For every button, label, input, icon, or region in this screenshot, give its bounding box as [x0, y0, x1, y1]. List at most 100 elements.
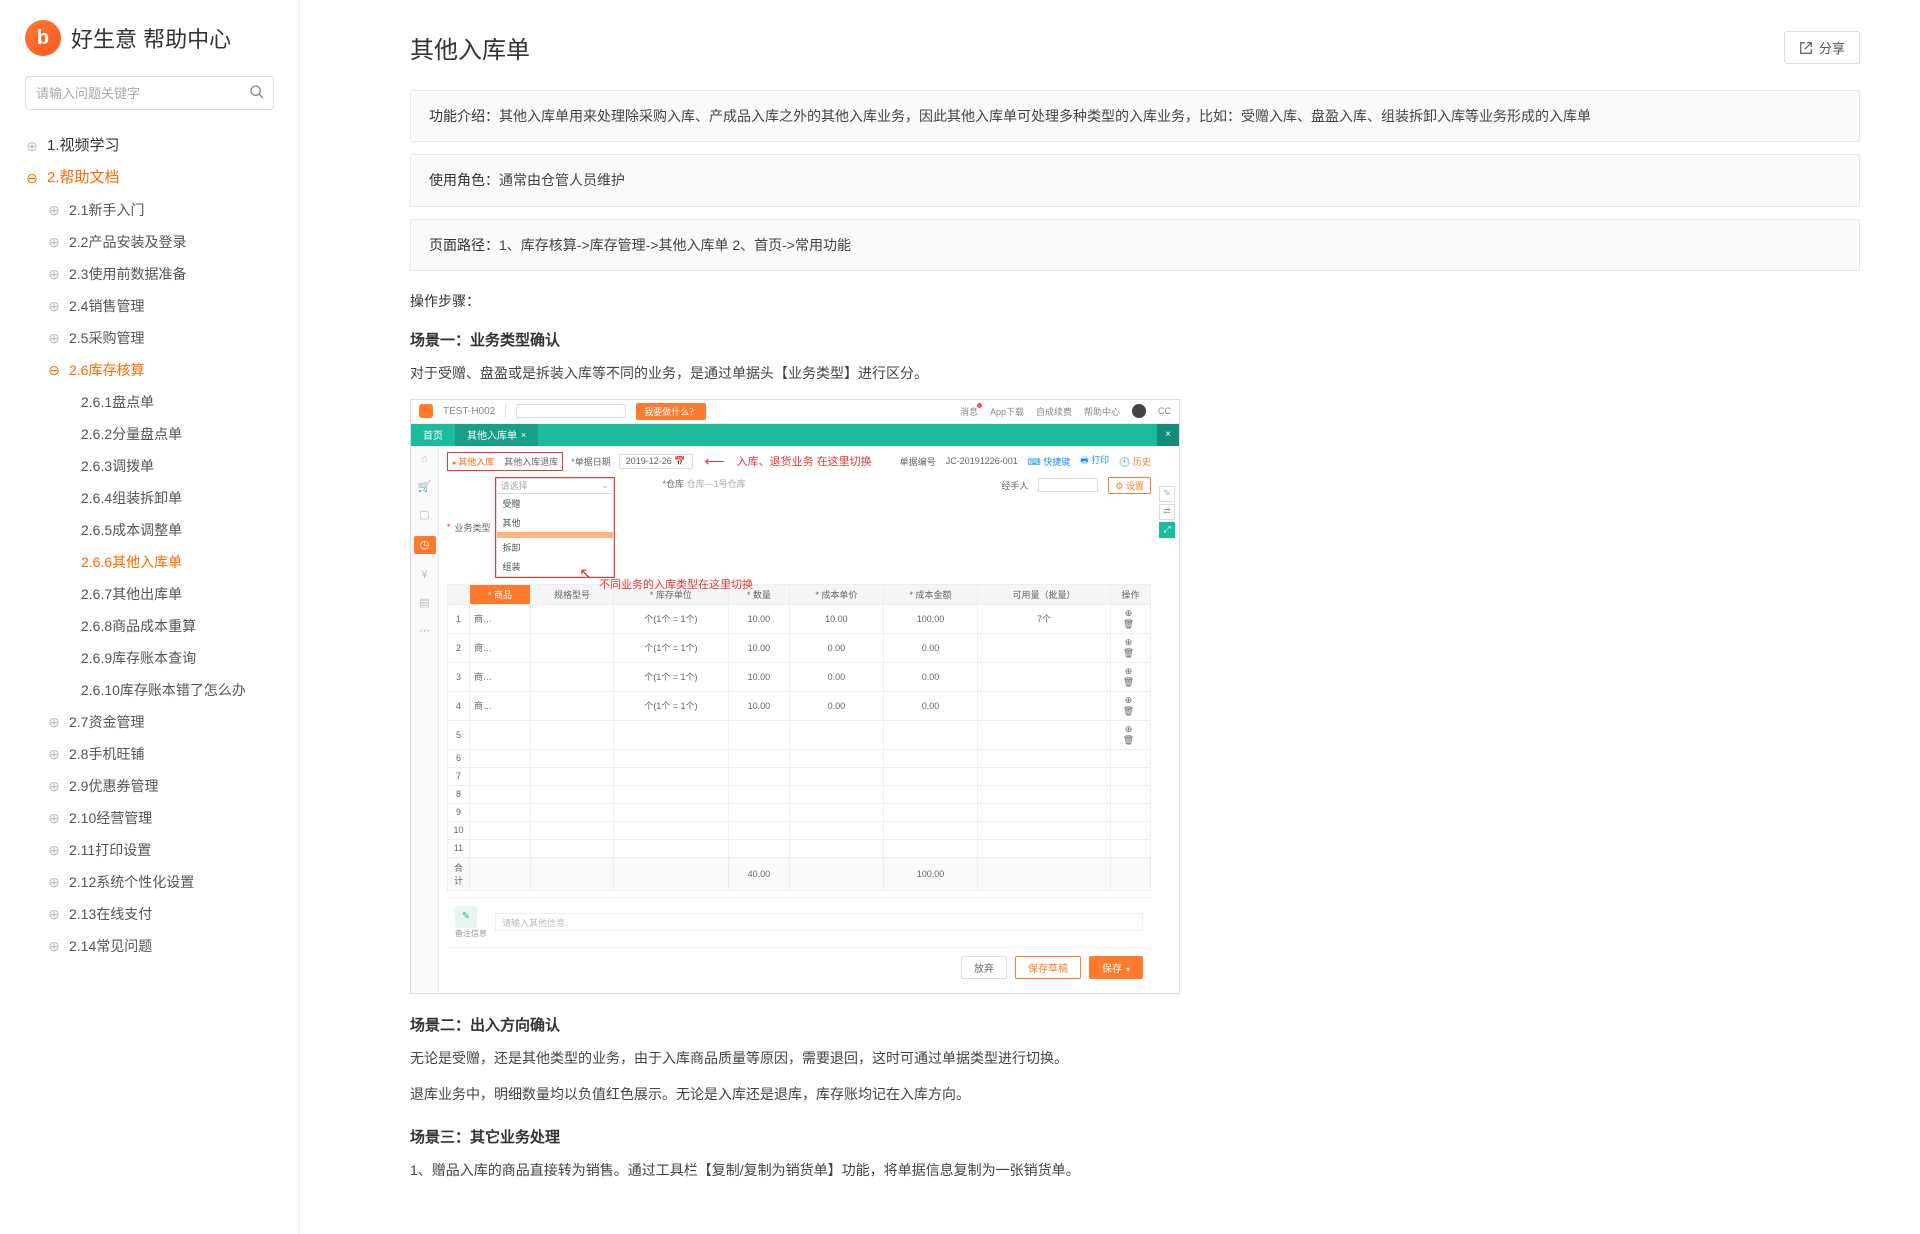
scene3-title: 场景三：其它业务处理: [410, 1126, 1860, 1147]
tab-current[interactable]: 其他入库单×: [455, 424, 538, 446]
table-row[interactable]: 6: [448, 749, 1151, 767]
leftbar-money-icon[interactable]: ¥: [418, 568, 432, 582]
dropdown-item[interactable]: 组装: [497, 557, 613, 576]
app-leftbar: ⌂ 🛒 ▢ ◷ ¥ ▤ ⋯: [411, 446, 439, 993]
row-ops[interactable]: ⊕ 🗑: [1111, 633, 1151, 662]
app-renew-link[interactable]: 自成续费: [1036, 405, 1072, 418]
app-msg-link[interactable]: 消息: [960, 405, 978, 418]
nav-video[interactable]: ⊕1.视频学习: [25, 130, 274, 162]
scene2-title: 场景二：出入方向确认: [410, 1014, 1860, 1035]
nav-2-12[interactable]: ⊕2.12系统个性化设置: [25, 866, 274, 898]
nav-docs[interactable]: ⊖2.帮助文档: [25, 162, 274, 194]
th-avail: 可用量（批量）: [978, 584, 1111, 604]
save-button[interactable]: 保存▾: [1089, 956, 1143, 979]
dropdown-item[interactable]: 其他: [497, 513, 613, 532]
nav-2-7[interactable]: ⊕2.7资金管理: [25, 706, 274, 738]
table-row[interactable]: 5⊕ 🗑: [448, 720, 1151, 749]
setting-button[interactable]: ⚙ 设置: [1108, 477, 1151, 494]
leftbar-box-icon[interactable]: ▢: [418, 508, 432, 522]
nav-2-3[interactable]: ⊕2.3使用前数据准备: [25, 258, 274, 290]
nav-2-13[interactable]: ⊕2.13在线支付: [25, 898, 274, 930]
print-link[interactable]: 🖶 打印: [1080, 453, 1109, 469]
table-row[interactable]: 3商…个(1个 = 1个)10.000.000.00⊕ 🗑: [448, 662, 1151, 691]
nav-2-4[interactable]: ⊕2.4销售管理: [25, 290, 274, 322]
nav-2-6-4[interactable]: 2.6.4组装拆卸单: [25, 482, 274, 514]
search-input[interactable]: [25, 76, 274, 110]
table-row[interactable]: 4商…个(1个 = 1个)10.000.000.00⊕ 🗑: [448, 691, 1151, 720]
app-action-button[interactable]: 我要做什么？: [636, 403, 706, 420]
logo[interactable]: b 好生意 帮助中心: [25, 20, 274, 56]
nav-tree: ⊕1.视频学习 ⊖2.帮助文档 ⊕2.1新手入门 ⊕2.2产品安装及登录 ⊕2.…: [25, 130, 274, 962]
shortcut-link[interactable]: ⌨ 快捷键: [1028, 455, 1071, 468]
row-ops[interactable]: ⊕ 🗑: [1111, 662, 1151, 691]
bizperson-label: 经手人: [1001, 479, 1028, 492]
nav-2-8[interactable]: ⊕2.8手机旺铺: [25, 738, 274, 770]
leftbar-stock-icon[interactable]: ◷: [414, 536, 436, 554]
table-row[interactable]: 7: [448, 767, 1151, 785]
nav-2-6-8[interactable]: 2.6.8商品成本重算: [25, 610, 274, 642]
app-tabs: 首页 其他入库单× ×: [411, 424, 1179, 446]
rightbar-item[interactable]: ⇄: [1159, 504, 1175, 520]
dropdown-item[interactable]: 拆卸: [497, 538, 613, 557]
tab-home[interactable]: 首页: [411, 424, 455, 446]
th-ops: 操作: [1111, 584, 1151, 604]
nav-2-9[interactable]: ⊕2.9优惠券管理: [25, 770, 274, 802]
row-ops[interactable]: ⊕ 🗑: [1111, 604, 1151, 633]
bizperson-input[interactable]: [1038, 478, 1098, 492]
leftbar-more-icon[interactable]: ⋯: [418, 624, 432, 638]
table-row[interactable]: 1商…个(1个 = 1个)10.0010.00100.007个⊕ 🗑: [448, 604, 1151, 633]
leftbar-report-icon[interactable]: ▤: [418, 596, 432, 610]
nav-2-6-5[interactable]: 2.6.5成本调整单: [25, 514, 274, 546]
save-draft-button[interactable]: 保存草稿: [1015, 956, 1081, 979]
line-items-table: * 商品 规格型号 * 库存单位 * 数量 * 成本单价 * 成本金额 可用量（…: [447, 584, 1151, 891]
nav-2-5[interactable]: ⊕2.5采购管理: [25, 322, 274, 354]
radio-other-in-return[interactable]: 其他入库退库: [504, 455, 558, 468]
app-download-link[interactable]: App下载: [990, 405, 1024, 418]
close-icon[interactable]: ×: [521, 430, 526, 440]
logo-text: 好生意 帮助中心: [71, 22, 231, 54]
minus-icon: ⊖: [47, 363, 61, 377]
nav-2-6-1[interactable]: 2.6.1盘点单: [25, 386, 274, 418]
row-ops[interactable]: ⊕ 🗑: [1111, 691, 1151, 720]
biztype-dropdown[interactable]: 请选择⌄ 受赠 其他 拆卸 组装: [495, 477, 615, 578]
nav-2-6-10[interactable]: 2.6.10库存账本错了怎么办: [25, 674, 274, 706]
tabs-close-all[interactable]: ×: [1157, 424, 1179, 446]
radio-other-in[interactable]: 其他入库: [452, 455, 494, 468]
share-button[interactable]: 分享: [1784, 31, 1860, 64]
nav-2-6-7[interactable]: 2.6.7其他出库单: [25, 578, 274, 610]
table-row[interactable]: 11: [448, 839, 1151, 857]
avatar-icon[interactable]: [1132, 404, 1146, 418]
nav-2-6-3[interactable]: 2.6.3调拨单: [25, 450, 274, 482]
row-ops[interactable]: ⊕ 🗑: [1111, 720, 1151, 749]
app-search-mini[interactable]: [516, 404, 626, 418]
remark-input[interactable]: 请输入其他信息: [495, 913, 1143, 931]
dropdown-item[interactable]: 受赠: [497, 494, 613, 513]
leftbar-home-icon[interactable]: ⌂: [418, 452, 432, 466]
nav-2-6[interactable]: ⊖2.6库存核算: [25, 354, 274, 386]
rightbar-item[interactable]: ✎: [1159, 486, 1175, 502]
nav-2-1[interactable]: ⊕2.1新手入门: [25, 194, 274, 226]
nav-2-14[interactable]: ⊕2.14常见问题: [25, 930, 274, 962]
warehouse-value[interactable]: 仓库—1号仓库: [687, 479, 746, 489]
nav-2-2[interactable]: ⊕2.2产品安装及登录: [25, 226, 274, 258]
rightbar-item[interactable]: ⤢: [1159, 522, 1175, 538]
search-button[interactable]: [246, 82, 268, 104]
th-no: [448, 584, 470, 604]
steps-label: 操作步骤：: [410, 291, 1860, 311]
table-row[interactable]: 10: [448, 821, 1151, 839]
nav-2-6-9[interactable]: 2.6.9库存账本查询: [25, 642, 274, 674]
table-row[interactable]: 9: [448, 803, 1151, 821]
table-row[interactable]: 8: [448, 785, 1151, 803]
history-link[interactable]: 🕘 历史: [1119, 455, 1151, 468]
nav-2-6-6[interactable]: 2.6.6其他入库单: [25, 546, 274, 578]
table-row[interactable]: 2商…个(1个 = 1个)10.000.000.00⊕ 🗑: [448, 633, 1151, 662]
app-help-link[interactable]: 帮助中心: [1084, 405, 1120, 418]
discard-button[interactable]: 放弃: [961, 956, 1007, 979]
nav-2-10[interactable]: ⊕2.10经营管理: [25, 802, 274, 834]
nav-2-11[interactable]: ⊕2.11打印设置: [25, 834, 274, 866]
date-input[interactable]: 2019-12-26 📅: [619, 454, 693, 469]
nav-2-6-2[interactable]: 2.6.2分量盘点单: [25, 418, 274, 450]
leftbar-cart-icon[interactable]: 🛒: [418, 480, 432, 494]
doc-no: JC-20191226-001: [946, 456, 1018, 466]
logo-icon: b: [25, 20, 61, 56]
